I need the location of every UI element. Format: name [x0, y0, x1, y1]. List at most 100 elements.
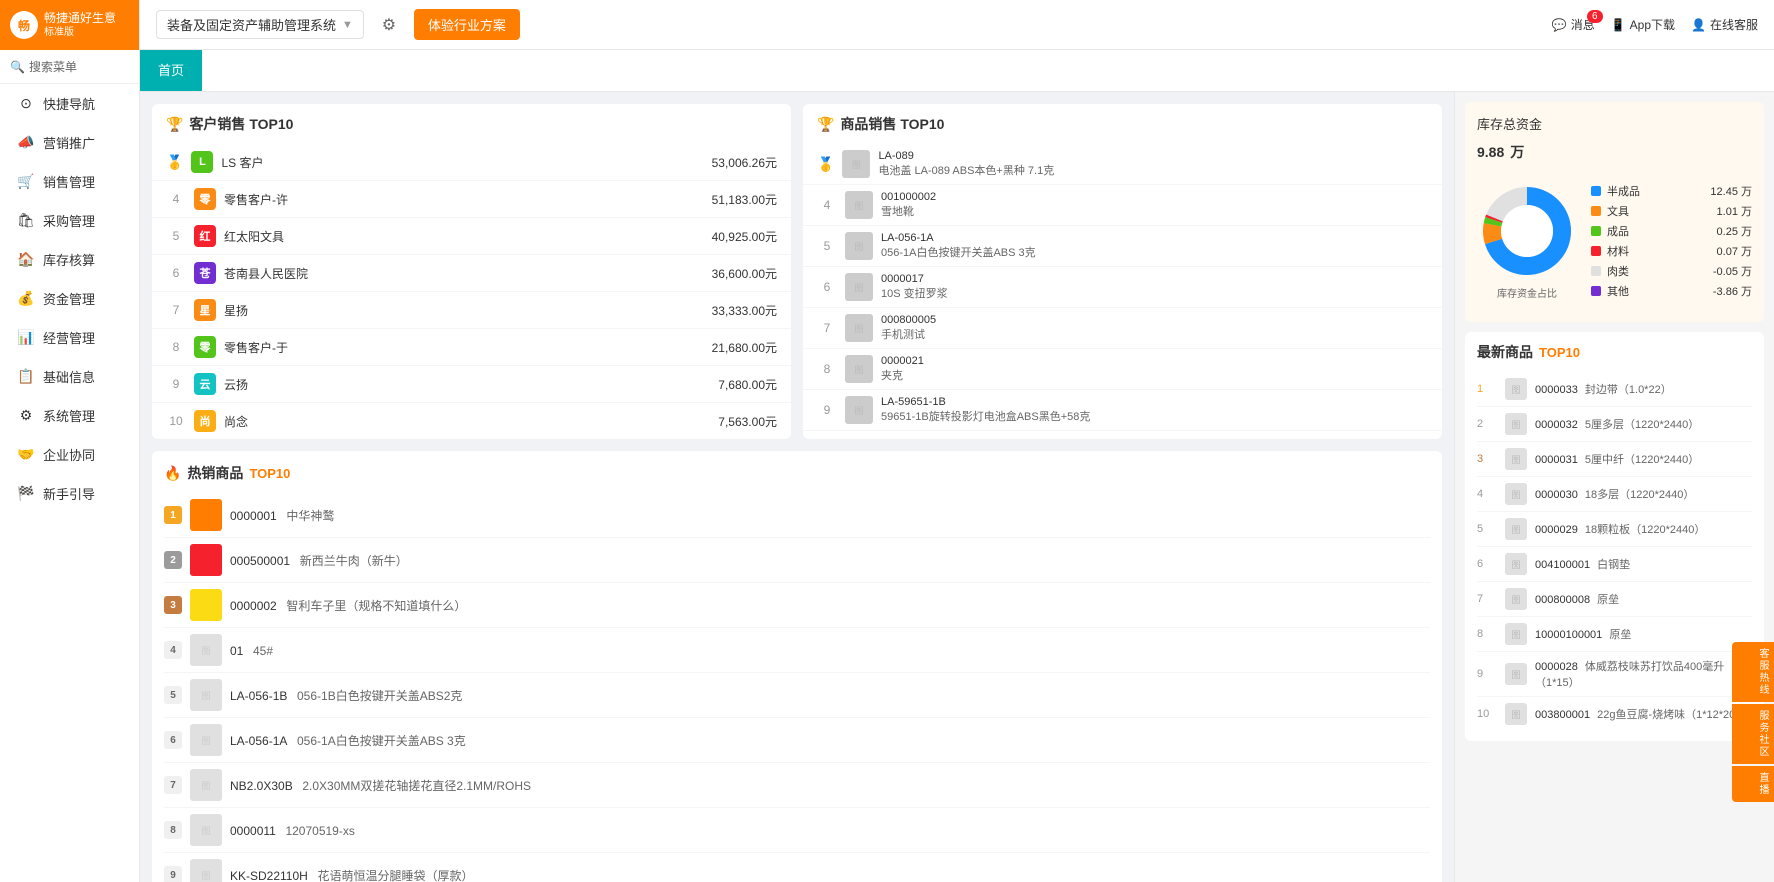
marketing-icon: 📣 — [17, 134, 35, 151]
customer-avatar: 零 — [194, 336, 216, 358]
hot-products-label: 热销商品 — [187, 463, 243, 483]
customer-name: 零售客户-于 — [224, 339, 704, 356]
new-product-row: 10 图 003800001 22g鱼豆腐-烧烤味（1*12*20） — [1477, 697, 1752, 731]
legend-value: 0.07 万 — [1717, 243, 1752, 259]
chart-label: 库存资金占比 — [1497, 285, 1557, 300]
hot-product-info: LA-056-1A 056-1A白色按键开关盖ABS 3克 — [230, 732, 1430, 749]
hot-product-info: 0000011 12070519-xs — [230, 823, 1430, 838]
hot-product-info: NB2.0X30B 2.0X30MM双搓花轴搓花直径2.1MM/ROHS — [230, 777, 1430, 794]
system-icon: ⚙ — [17, 407, 35, 424]
messages-button[interactable]: 💬 消息 6 — [1552, 16, 1595, 33]
app-download-button[interactable]: 📱 App下载 — [1611, 16, 1675, 33]
product-row: 🥇 图 LA-089 电池盖 LA-089 ABS本色+黑种 7.1克 — [803, 144, 1442, 185]
sidebar-item-system[interactable]: ⚙ 系统管理 — [0, 396, 139, 435]
new-product-thumb: 图 — [1505, 663, 1527, 685]
new-product-info: 0000032 5厘多层（1220*2440） — [1535, 416, 1752, 432]
hot-product-code: NB2.0X30B — [230, 779, 293, 793]
service-community-button[interactable]: 服务社区 — [1732, 704, 1774, 764]
hot-product-row: 8 图 0000011 12070519-xs — [164, 808, 1430, 853]
new-product-rank: 7 — [1477, 593, 1497, 605]
hot-product-row: 5 图 LA-056-1B 056-1B白色按键开关盖ABS2克 — [164, 673, 1430, 718]
rank-badge: 2 — [164, 551, 182, 569]
customer-amount: 33,333.00元 — [712, 302, 777, 319]
new-product-info: 0000030 18多层（1220*2440） — [1535, 486, 1752, 502]
sidebar-item-inventory[interactable]: 🏠库存核算 — [0, 240, 139, 279]
new-product-code: 0000031 — [1535, 454, 1578, 466]
settings-button[interactable]: ⚙ — [374, 10, 404, 40]
product-info: 001000002 雪地靴 — [881, 191, 1428, 219]
product-info: 0000017 10S 变扭罗浆 — [881, 273, 1428, 301]
product-image — [190, 499, 222, 531]
message-badge: 6 — [1587, 10, 1603, 23]
new-product-info: 0000031 5厘中纤（1220*2440） — [1535, 451, 1752, 467]
legend-item: 材料 0.07 万 — [1591, 243, 1752, 259]
new-product-row: 5 图 0000029 18颗粒板（1220*2440） — [1477, 512, 1752, 547]
live-stream-button[interactable]: 直播 — [1732, 766, 1774, 802]
inventory-title: 库存总资金 — [1477, 114, 1752, 133]
trial-button[interactable]: 体验行业方案 — [414, 9, 520, 40]
sidebar-item-label: 系统管理 — [43, 406, 95, 425]
new-product-code: 0000033 — [1535, 384, 1578, 396]
search-menu[interactable]: 🔍 搜索菜单 — [0, 50, 139, 84]
hot-product-name: 中华神鹜 — [286, 509, 334, 523]
hot-icon: 🔥 — [164, 465, 181, 482]
sidebar-item-label: 快捷导航 — [43, 94, 95, 113]
legend-value: -0.05 万 — [1713, 263, 1752, 279]
donut-chart — [1477, 181, 1577, 281]
hot-product-name: 智利车子里（规格不知道填什么） — [286, 599, 466, 613]
tab-home[interactable]: 首页 — [140, 50, 202, 91]
customer-name: 红太阳文具 — [224, 228, 704, 245]
sidebar-item-purchase[interactable]: 🛍采购管理 — [0, 201, 139, 240]
header-right: 💬 消息 6 📱 App下载 👤 在线客服 — [1552, 16, 1758, 33]
sidebar-item-marketing[interactable]: 📣营销推广 — [0, 123, 139, 162]
new-product-thumb: 图 — [1505, 483, 1527, 505]
new-product-row: 4 图 0000030 18多层（1220*2440） — [1477, 477, 1752, 512]
rank-badge: 6 — [164, 731, 182, 749]
online-service-button[interactable]: 👤 在线客服 — [1691, 16, 1758, 33]
product-code: 001000002 — [881, 191, 1428, 203]
product-info: 000800005 手机测试 — [881, 314, 1428, 342]
rank-badge: 7 — [164, 776, 182, 794]
new-product-code: 10000100001 — [1535, 629, 1602, 641]
sidebar-item-quick-nav[interactable]: ⊙快捷导航 — [0, 84, 139, 123]
new-product-thumb: 图 — [1505, 518, 1527, 540]
product-image — [190, 589, 222, 621]
customer-amount: 21,680.00元 — [712, 339, 777, 356]
product-thumb: 图 — [845, 314, 873, 342]
sidebar-item-base[interactable]: 📋基础信息 — [0, 357, 139, 396]
customer-amount: 40,925.00元 — [712, 228, 777, 245]
product-trophy-icon: 🏆 — [817, 116, 834, 133]
new-product-info: 003800001 22g鱼豆腐-烧烤味（1*12*20） — [1535, 706, 1752, 722]
customer-amount: 7,680.00元 — [718, 376, 777, 393]
page-tabs: 首页 — [140, 50, 1774, 92]
new-product-thumb: 图 — [1505, 588, 1527, 610]
product-image-placeholder: 图 — [190, 634, 222, 666]
message-icon: 💬 — [1552, 18, 1567, 32]
new-product-name: 18多层（1220*2440） — [1585, 489, 1694, 501]
inventory-amount: 9.88 万 — [1477, 137, 1752, 163]
sidebar-item-operations[interactable]: 📊经营管理 — [0, 318, 139, 357]
purchase-icon: 🛍 — [17, 212, 35, 229]
customer-hotline-button[interactable]: 客服热线 — [1732, 642, 1774, 702]
legend-label: 半成品 — [1607, 183, 1640, 199]
customer-name: 星扬 — [224, 302, 704, 319]
hot-product-code: 0000001 — [230, 509, 277, 523]
new-product-rank: 8 — [1477, 628, 1497, 640]
customer-amount: 53,006.26元 — [712, 154, 777, 171]
legend-item: 肉类 -0.05 万 — [1591, 263, 1752, 279]
sidebar-item-newbie[interactable]: 🏁新手引导 — [0, 474, 139, 513]
new-product-thumb: 图 — [1505, 448, 1527, 470]
system-selector[interactable]: 装备及固定资产辅助管理系统 ▼ — [156, 10, 364, 39]
sidebar-item-finance[interactable]: 💰资金管理 — [0, 279, 139, 318]
sidebar-logo: 畅 畅捷通好生意 标准版 — [0, 0, 139, 50]
rank-number: 8 — [817, 362, 837, 376]
inventory-value: 9.88 — [1477, 144, 1504, 160]
customer-row: 6 苍 苍南县人民医院 36,600.00元 — [152, 255, 791, 292]
cooperation-icon: 🤝 — [17, 446, 35, 463]
sidebar-item-cooperation[interactable]: 🤝企业协同 — [0, 435, 139, 474]
new-product-name: 封边带（1.0*22） — [1585, 384, 1672, 396]
logo-line1: 畅捷通好生意 — [44, 11, 116, 27]
sidebar-item-sales[interactable]: 🛒销售管理 — [0, 162, 139, 201]
new-product-rank: 2 — [1477, 418, 1497, 430]
hot-product-name: 45# — [253, 644, 273, 658]
